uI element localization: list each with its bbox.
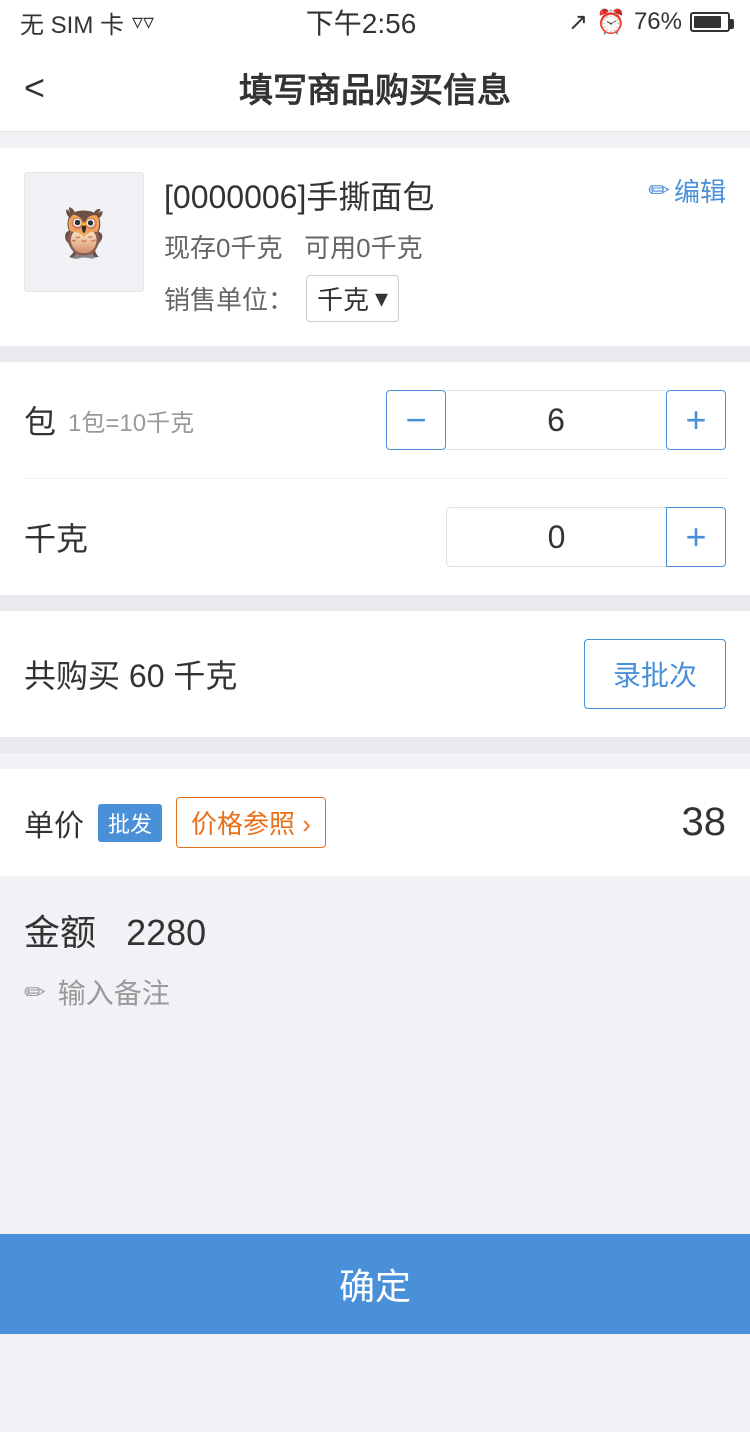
price-left: 单价 批发 价格参照 ›: [24, 797, 326, 848]
divider-1: [0, 346, 750, 362]
status-right: ↗ ⏰ 76%: [568, 8, 730, 37]
price-ref-button[interactable]: 价格参照 ›: [176, 797, 326, 848]
confirm-button-label: 确定: [339, 1258, 411, 1310]
product-name: [0000006]手撕面包: [164, 172, 434, 218]
chevron-down-icon: ▾: [375, 283, 388, 314]
stock-value: 现存0千克: [164, 233, 282, 263]
product-logo-icon: 🦉: [54, 204, 114, 261]
qty-label-bao: 包 1包=10千克: [24, 397, 194, 443]
amount-row: 金额 2280: [24, 904, 726, 956]
qty-input-kg[interactable]: [446, 507, 666, 567]
divider-3: [0, 737, 750, 753]
unit-label: 销售单位：: [164, 280, 294, 317]
record-batch-button[interactable]: 录批次: [584, 639, 726, 709]
status-bar: 无 SIM 卡 ▿▿ 下午2:56 ↗ ⏰ 76%: [0, 0, 750, 44]
page-title: 填写商品购买信息: [239, 63, 511, 112]
total-section: 共购买 60 千克 录批次: [0, 611, 750, 737]
product-info: [0000006]手撕面包 ✏ 编辑 现存0千克 可用0千克 销售单位： 千克 …: [164, 172, 726, 322]
quantity-row-kg: 千克 +: [24, 479, 726, 595]
alarm-icon: ⏰: [596, 8, 626, 37]
nav-bar: < 填写商品购买信息: [0, 44, 750, 132]
status-left: 无 SIM 卡 ▿▿: [20, 5, 154, 40]
battery-icon: [690, 12, 730, 32]
location-icon: ↗: [568, 8, 588, 37]
price-value: 38: [682, 800, 727, 845]
note-placeholder: 输入备注: [58, 972, 170, 1012]
qty-label-text-bao: 包: [24, 397, 56, 443]
divider-2: [0, 595, 750, 611]
amount-label: 金额: [24, 912, 96, 953]
confirm-section[interactable]: 确定: [0, 1234, 750, 1334]
quantity-section: 包 1包=10千克 − + 千克 +: [0, 362, 750, 595]
back-button[interactable]: <: [24, 67, 45, 109]
edit-label: 编辑: [674, 172, 726, 209]
qty-control-bao: − +: [386, 390, 726, 450]
qty-control-kg: +: [446, 507, 726, 567]
qty-input-bao[interactable]: [446, 390, 666, 450]
carrier-text: 无 SIM 卡: [20, 5, 124, 40]
price-label: 单价: [24, 801, 84, 845]
qty-label-kg: 千克: [24, 514, 88, 560]
battery-percent: 76%: [634, 8, 682, 36]
pencil-icon: ✏: [24, 977, 46, 1008]
batch-tag: 批发: [98, 804, 162, 842]
available-value: 可用0千克: [304, 233, 422, 263]
product-stock: 现存0千克 可用0千克: [164, 228, 726, 265]
edit-button[interactable]: ✏ 编辑: [648, 172, 726, 209]
product-image: 🦉: [24, 172, 144, 292]
price-section: 单价 批发 价格参照 › 38: [0, 769, 750, 876]
qty-label-text-kg: 千克: [24, 514, 88, 560]
increment-kg-button[interactable]: +: [666, 507, 726, 567]
increment-bao-button[interactable]: +: [666, 390, 726, 450]
unit-value: 千克: [317, 280, 369, 317]
status-time: 下午2:56: [306, 2, 417, 42]
product-top-row: [0000006]手撕面包 ✏ 编辑: [164, 172, 726, 228]
product-unit-row: 销售单位： 千克 ▾: [164, 275, 726, 322]
note-row[interactable]: ✏ 输入备注: [24, 972, 726, 1012]
unit-select[interactable]: 千克 ▾: [306, 275, 399, 322]
amount-number: 2280: [126, 912, 206, 953]
amount-value: [106, 912, 116, 953]
product-section: 🦉 [0000006]手撕面包 ✏ 编辑 现存0千克 可用0千克 销售单位： 千…: [0, 148, 750, 346]
quantity-row-bao: 包 1包=10千克 − +: [24, 362, 726, 479]
decrement-bao-button[interactable]: −: [386, 390, 446, 450]
total-text: 共购买 60 千克: [24, 651, 237, 697]
wifi-icon: ▿▿: [132, 9, 154, 35]
qty-hint-bao: 1包=10千克: [68, 403, 194, 438]
edit-icon: ✏: [648, 175, 670, 206]
amount-section: 金额 2280 ✏ 输入备注: [0, 876, 750, 1032]
